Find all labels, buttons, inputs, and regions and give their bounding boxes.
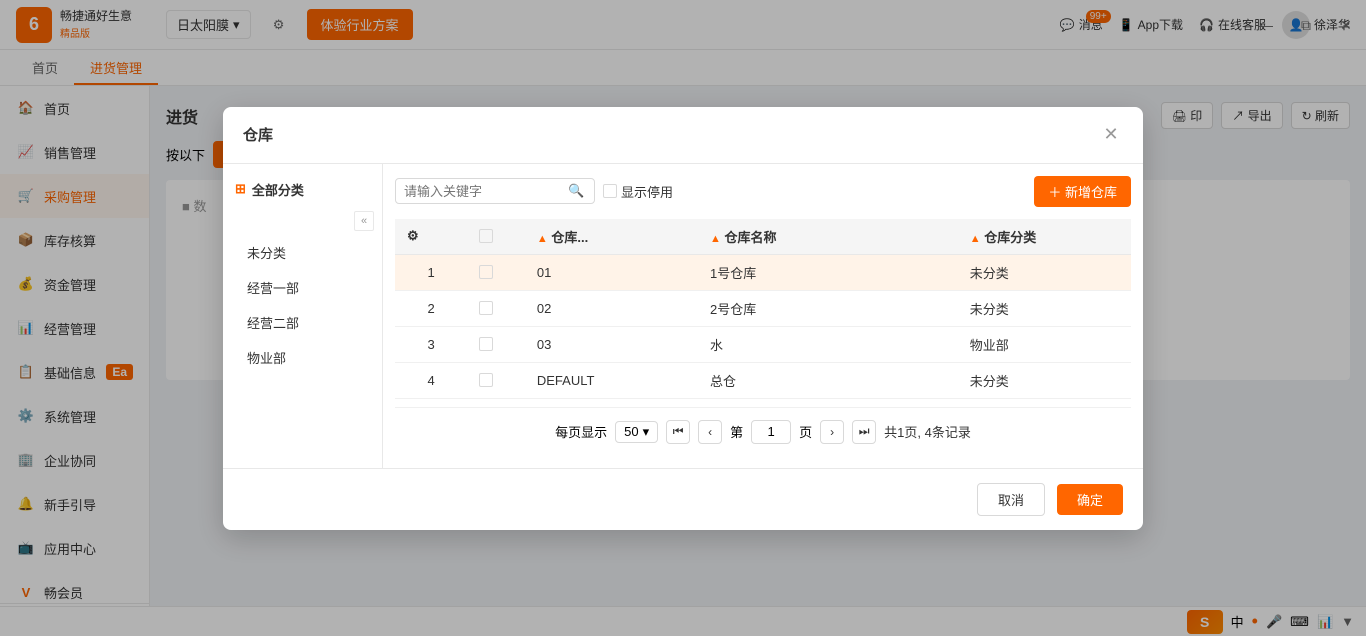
collapse-icon[interactable]: «: [354, 211, 374, 231]
table-row[interactable]: 3 03 水 物业部: [395, 326, 1131, 362]
cell-seq: 1: [395, 254, 467, 290]
add-warehouse-button[interactable]: ＋ 新增仓库: [1034, 176, 1131, 207]
th-name: ▲ 仓库名称: [698, 219, 958, 255]
cell-name: 1号仓库: [698, 254, 958, 290]
page-last-button[interactable]: ⏭: [852, 420, 876, 444]
cell-code: 02: [525, 290, 698, 326]
cell-code: 03: [525, 326, 698, 362]
cell-seq: 3: [395, 326, 467, 362]
cell-category: 未分类: [958, 362, 1131, 398]
modal-footer: 取消 确定: [223, 468, 1143, 530]
modal-toolbar: 🔍 显示停用 ＋ 新增仓库: [395, 176, 1131, 207]
cell-name: 总仓: [698, 362, 958, 398]
cell-seq: 4: [395, 362, 467, 398]
modal-overlay[interactable]: 仓库 ✕ ⊞ 全部分类 « 未分类 经营一部 经营二部 物业部: [0, 0, 1366, 636]
table-container: ⚙ ▲ 仓库... ▲ 仓库名称: [395, 219, 1131, 399]
row-checkbox[interactable]: [479, 301, 493, 315]
search-icon: 🔍: [568, 183, 584, 199]
modal-close-button[interactable]: ✕: [1099, 123, 1123, 147]
page-size-label: 每页显示: [555, 422, 607, 441]
th-category: ▲ 仓库分类: [958, 219, 1131, 255]
th-code: ▲ 仓库...: [525, 219, 698, 255]
row-checkbox[interactable]: [479, 265, 493, 279]
category-ops1[interactable]: 经营一部: [223, 270, 382, 305]
page-next-button[interactable]: ›: [820, 420, 844, 444]
category-ops2[interactable]: 经营二部: [223, 305, 382, 340]
grid-icon: ⊞: [235, 181, 246, 197]
all-categories-label: 全部分类: [252, 180, 304, 199]
cell-check: [467, 326, 525, 362]
cell-name: 2号仓库: [698, 290, 958, 326]
chevron-down-page: ▾: [643, 424, 650, 440]
page-first-button[interactable]: ⏮: [666, 420, 690, 444]
th-check: [467, 219, 525, 255]
warehouse-modal: 仓库 ✕ ⊞ 全部分类 « 未分类 经营一部 经营二部 物业部: [223, 107, 1143, 530]
cell-category: 未分类: [958, 290, 1131, 326]
modal-header: 仓库 ✕: [223, 107, 1143, 164]
table-header-row: ⚙ ▲ 仓库... ▲ 仓库名称: [395, 219, 1131, 255]
sort-icon-name: ▲: [710, 233, 721, 245]
row-checkbox[interactable]: [479, 373, 493, 387]
category-unclassified[interactable]: 未分类: [223, 235, 382, 270]
page-label: 第: [730, 422, 743, 441]
search-wrap: 🔍: [395, 178, 595, 204]
th-setting: ⚙: [395, 219, 467, 255]
cell-name: 水: [698, 326, 958, 362]
page-size-selector[interactable]: 50 ▾: [615, 421, 658, 443]
warehouse-table: ⚙ ▲ 仓库... ▲ 仓库名称: [395, 219, 1131, 399]
row-checkbox[interactable]: [479, 337, 493, 351]
modal-main: 🔍 显示停用 ＋ 新增仓库 ⚙: [383, 164, 1143, 468]
cell-check: [467, 290, 525, 326]
category-property[interactable]: 物业部: [223, 340, 382, 375]
cell-code: DEFAULT: [525, 362, 698, 398]
cell-check: [467, 362, 525, 398]
page-size-value: 50: [624, 424, 638, 439]
page-prev-button[interactable]: ‹: [698, 420, 722, 444]
sort-icon-code: ▲: [537, 233, 548, 245]
show-disabled-label: 显示停用: [621, 182, 673, 201]
show-disabled-wrap: 显示停用: [603, 182, 673, 201]
table-row[interactable]: 2 02 2号仓库 未分类: [395, 290, 1131, 326]
pagination: 每页显示 50 ▾ ⏮ ‹ 第 页 › ⏭ 共1页, 4条记录: [395, 407, 1131, 456]
modal-body: ⊞ 全部分类 « 未分类 经营一部 经营二部 物业部 🔍: [223, 164, 1143, 468]
cell-seq: 2: [395, 290, 467, 326]
table-row[interactable]: 1 01 1号仓库 未分类: [395, 254, 1131, 290]
category-sidebar: ⊞ 全部分类 « 未分类 经营一部 经营二部 物业部: [223, 164, 383, 468]
page-label2: 页: [799, 422, 812, 441]
confirm-button[interactable]: 确定: [1057, 484, 1123, 515]
select-all-checkbox[interactable]: [479, 229, 493, 243]
cell-category: 物业部: [958, 326, 1131, 362]
page-number-input[interactable]: [751, 420, 791, 444]
show-disabled-checkbox[interactable]: [603, 184, 617, 198]
page-total-info: 共1页, 4条记录: [884, 422, 971, 441]
all-categories[interactable]: ⊞ 全部分类: [223, 172, 382, 207]
cell-check: [467, 254, 525, 290]
cell-code: 01: [525, 254, 698, 290]
cancel-button[interactable]: 取消: [977, 483, 1045, 516]
table-row[interactable]: 4 DEFAULT 总仓 未分类: [395, 362, 1131, 398]
cell-category: 未分类: [958, 254, 1131, 290]
table-body: 1 01 1号仓库 未分类 2: [395, 254, 1131, 398]
search-input[interactable]: [404, 184, 564, 199]
modal-title: 仓库: [243, 124, 273, 145]
table-head: ⚙ ▲ 仓库... ▲ 仓库名称: [395, 219, 1131, 255]
sort-icon-cat: ▲: [970, 233, 981, 245]
